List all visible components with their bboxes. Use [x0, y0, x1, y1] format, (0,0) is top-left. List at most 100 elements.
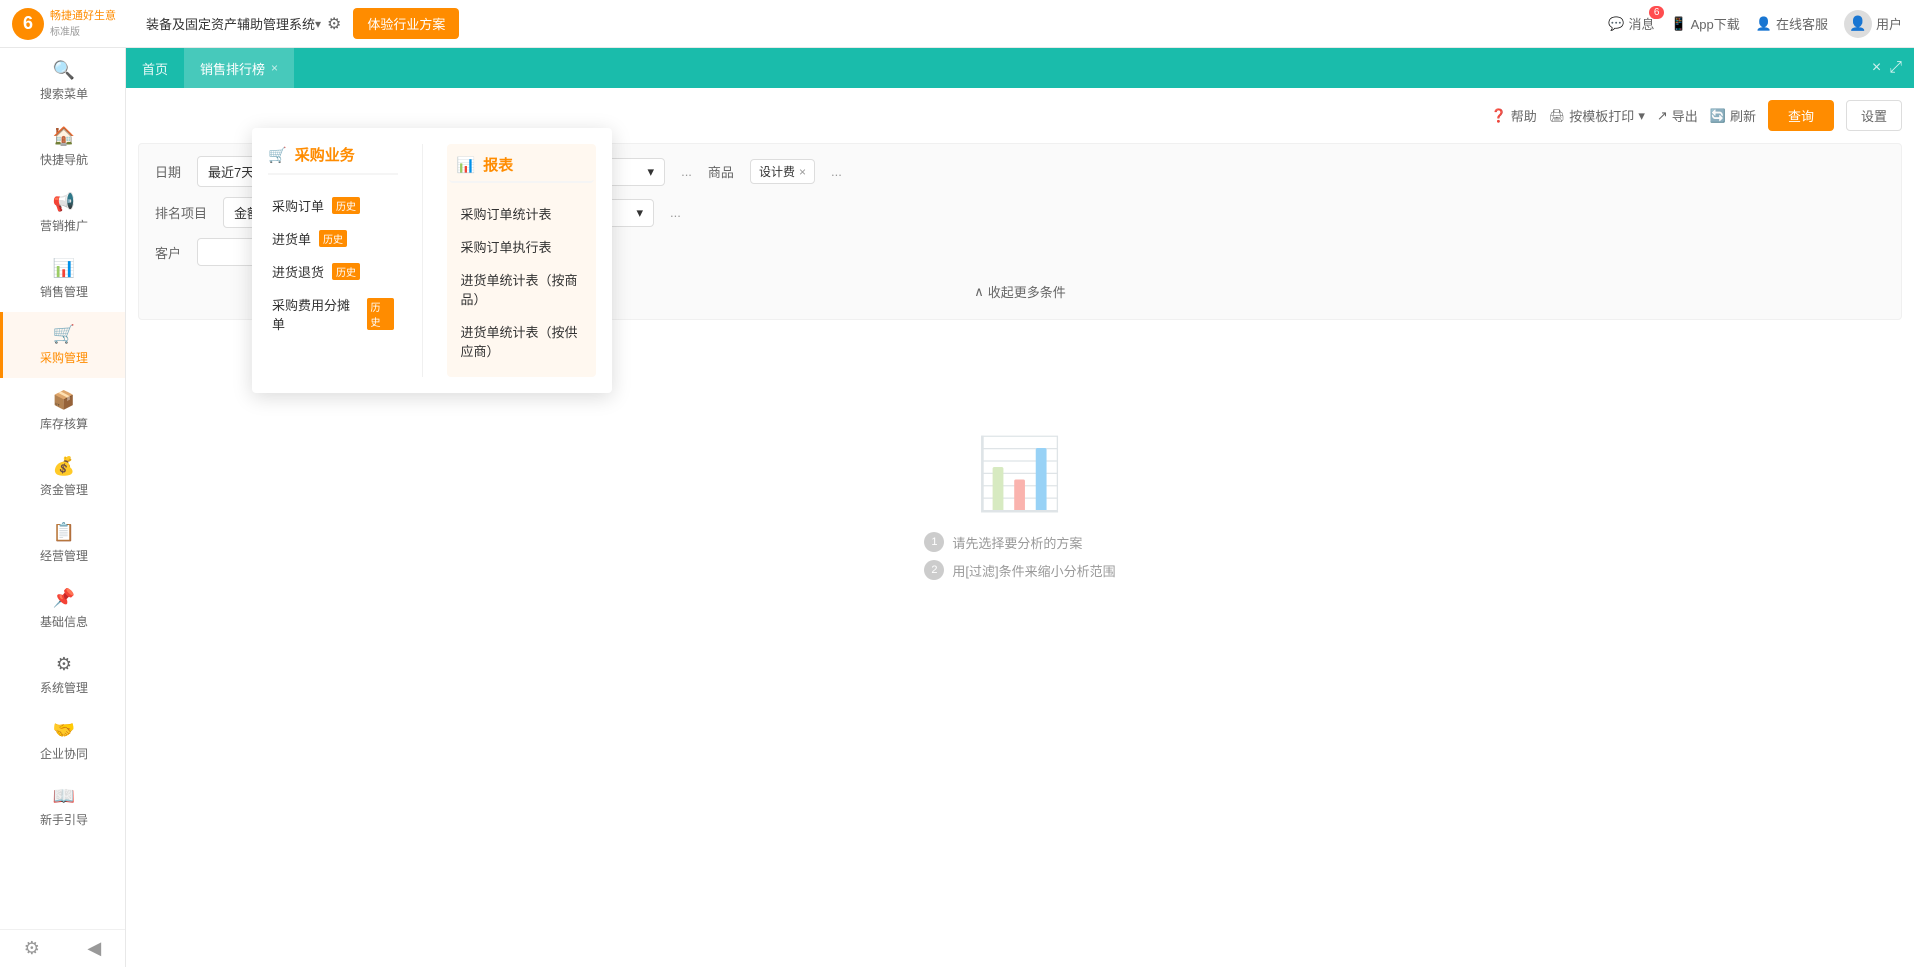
sidebar-label-guide: 新手引导 [40, 811, 88, 828]
empty-tip-2: 2 用[过滤]条件来缩小分析范围 [924, 560, 1115, 580]
menu-item-report-order-stat[interactable]: 采购订单统计表 [457, 197, 587, 230]
sidebar-collapse-btn[interactable]: ◀ [87, 938, 101, 959]
purchase-receive-hist: 历史 [319, 230, 347, 247]
report-menu-title: 📊 报表 [449, 148, 595, 183]
industry-btn[interactable]: 体验行业方案 [353, 8, 459, 39]
tip-1-text: 请先选择要分析的方案 [952, 533, 1082, 552]
system-title-text: 装备及固定资产辅助管理系统 [146, 14, 315, 33]
print-dropdown-icon: ▾ [1638, 108, 1645, 124]
tip-1-num: 1 [924, 532, 944, 552]
goods-tag-text: 设计费 [759, 163, 795, 180]
tab-sales-rank[interactable]: 销售排行榜 × [184, 48, 294, 88]
search-icon: 🔍 [53, 60, 75, 81]
menu-item-report-order-exec[interactable]: 采购订单执行表 [457, 230, 587, 263]
order-status-ellipsis[interactable]: ... [681, 164, 692, 179]
purchase-receive-label: 进货单 [272, 229, 311, 248]
purchase-order-label: 采购订单 [272, 196, 324, 215]
goods-tag-close[interactable]: × [799, 165, 806, 179]
logo-area: 6 畅捷通好生意 标准版 [12, 8, 138, 40]
online-service-btn[interactable]: 👤 在线客服 [1756, 14, 1828, 33]
report-menu-section: 📊 报表 采购订单统计表 采购订单执行表 进货单统计表（按商品） [447, 144, 597, 377]
purchase-icon: 🛒 [53, 324, 75, 345]
purchase-return-label: 进货退货 [272, 262, 324, 281]
salesman-ellipsis[interactable]: ... [670, 205, 681, 220]
template-print-btn[interactable]: 🖨 按模板打印 ▾ [1549, 106, 1645, 125]
sidebar-item-base-info[interactable]: 📌 基础信息 [0, 576, 125, 642]
goods-label: 商品 [708, 162, 734, 181]
menu-item-report-receive-supplier[interactable]: 进货单统计表（按供应商） [457, 315, 587, 367]
content-body: ❓ 帮助 🖨 按模板打印 ▾ ↗ 导出 🔄 刷新 [126, 88, 1914, 967]
sidebar-label-capital: 资金管理 [40, 481, 88, 498]
report-order-stat-label: 采购订单统计表 [461, 204, 552, 223]
system-icon: ⚙ [56, 654, 72, 675]
template-print-label: 按模板打印 [1569, 106, 1634, 125]
goods-ellipsis[interactable]: ... [831, 164, 842, 179]
collapse-label: 收起更多条件 [988, 282, 1066, 301]
tab-expand[interactable]: ⤢ [1889, 59, 1902, 77]
menu-item-purchase-return[interactable]: 进货退货 历史 [268, 255, 398, 288]
user-label: 用户 [1876, 14, 1902, 33]
purchase-expense-hist: 历史 [367, 298, 394, 330]
user-btn[interactable]: 👤 用户 [1844, 10, 1902, 38]
tab-close-all[interactable]: × [1872, 59, 1881, 77]
system-title-dropdown[interactable]: ▾ [315, 17, 321, 31]
settings-btn[interactable]: 设置 [1846, 100, 1902, 131]
sidebar-label-inventory: 库存核算 [40, 415, 88, 432]
sidebar-settings-btn[interactable]: ⚙ [24, 938, 40, 959]
service-icon: 👤 [1756, 16, 1772, 32]
refresh-btn[interactable]: 🔄 刷新 [1710, 106, 1756, 125]
sidebar-item-guide[interactable]: 📖 新手引导 [0, 774, 125, 840]
logo-text: 畅捷通好生意 [50, 9, 116, 23]
sidebar-label-system: 系统管理 [40, 679, 88, 696]
tab-sales-rank-close[interactable]: × [271, 61, 278, 75]
sidebar-item-purchase[interactable]: 🛒 采购管理 [0, 312, 125, 378]
sidebar-item-inventory[interactable]: 📦 库存核算 [0, 378, 125, 444]
message-badge: 6 [1649, 6, 1665, 19]
tab-right: × ⤢ [1872, 59, 1914, 77]
report-receive-goods-label: 进货单统计表（按商品） [461, 270, 583, 308]
sidebar-item-capital[interactable]: 💰 资金管理 [0, 444, 125, 510]
messages-btn[interactable]: 💬 消息 6 [1608, 14, 1654, 33]
sales-icon: 📊 [53, 258, 75, 279]
sidebar-label-sales: 销售管理 [40, 283, 88, 300]
export-btn[interactable]: ↗ 导出 [1657, 106, 1698, 125]
top-right: 💬 消息 6 📱 App下载 👤 在线客服 👤 用户 [1608, 10, 1902, 38]
menu-item-purchase-order[interactable]: 采购订单 历史 [268, 189, 398, 222]
home-icon: 🏠 [53, 126, 75, 147]
guide-icon: 📖 [53, 786, 75, 807]
sidebar-item-search[interactable]: 🔍 搜索菜单 [0, 48, 125, 114]
app-icon: 📱 [1670, 16, 1686, 32]
sidebar-item-marketing[interactable]: 📢 营销推广 [0, 180, 125, 246]
sidebar-item-enterprise[interactable]: 🤝 企业协同 [0, 708, 125, 774]
purchase-menu-title-text: 采购业务 [295, 144, 355, 165]
capital-icon: 💰 [53, 456, 75, 477]
export-label: 导出 [1672, 106, 1698, 125]
chevron-down-icon: ▾ [648, 164, 655, 180]
inventory-icon: 📦 [53, 390, 75, 411]
purchase-return-hist: 历史 [332, 263, 360, 280]
menu-item-purchase-expense[interactable]: 采购费用分摊单 历史 [268, 288, 398, 340]
sidebar-item-system[interactable]: ⚙ 系统管理 [0, 642, 125, 708]
report-menu-title-text: 报表 [483, 154, 513, 175]
sidebar-item-quick-nav[interactable]: 🏠 快捷导航 [0, 114, 125, 180]
content-area: 首页 销售排行榜 × × ⤢ ❓ 帮助 [126, 48, 1914, 967]
message-icon: 💬 [1608, 16, 1624, 32]
system-settings-btn[interactable]: ⚙ [327, 14, 341, 34]
sidebar-item-operation[interactable]: 📋 经营管理 [0, 510, 125, 576]
sidebar-bottom: ⚙ ◀ [0, 929, 125, 967]
sidebar-label-enterprise: 企业协同 [40, 745, 88, 762]
query-btn[interactable]: 查询 [1768, 100, 1834, 131]
tab-home[interactable]: 首页 [126, 48, 184, 88]
app-download-btn[interactable]: 📱 App下载 [1670, 14, 1739, 33]
help-btn[interactable]: ❓ 帮助 [1491, 106, 1537, 125]
enterprise-icon: 🤝 [53, 720, 75, 741]
tab-sales-rank-label: 销售排行榜 [200, 59, 265, 78]
sidebar-item-sales[interactable]: 📊 销售管理 [0, 246, 125, 312]
menu-item-report-receive-goods[interactable]: 进货单统计表（按商品） [457, 263, 587, 315]
marketing-icon: 📢 [53, 192, 75, 213]
rank-label: 排名项目 [155, 203, 207, 222]
purchase-menu-icon: 🛒 [268, 146, 287, 164]
goods-tag[interactable]: 设计费 × [750, 159, 815, 184]
purchase-dropdown-menu: 🛒 采购业务 采购订单 历史 进货单 历史 进货退货 [252, 128, 612, 393]
menu-item-purchase-receive[interactable]: 进货单 历史 [268, 222, 398, 255]
